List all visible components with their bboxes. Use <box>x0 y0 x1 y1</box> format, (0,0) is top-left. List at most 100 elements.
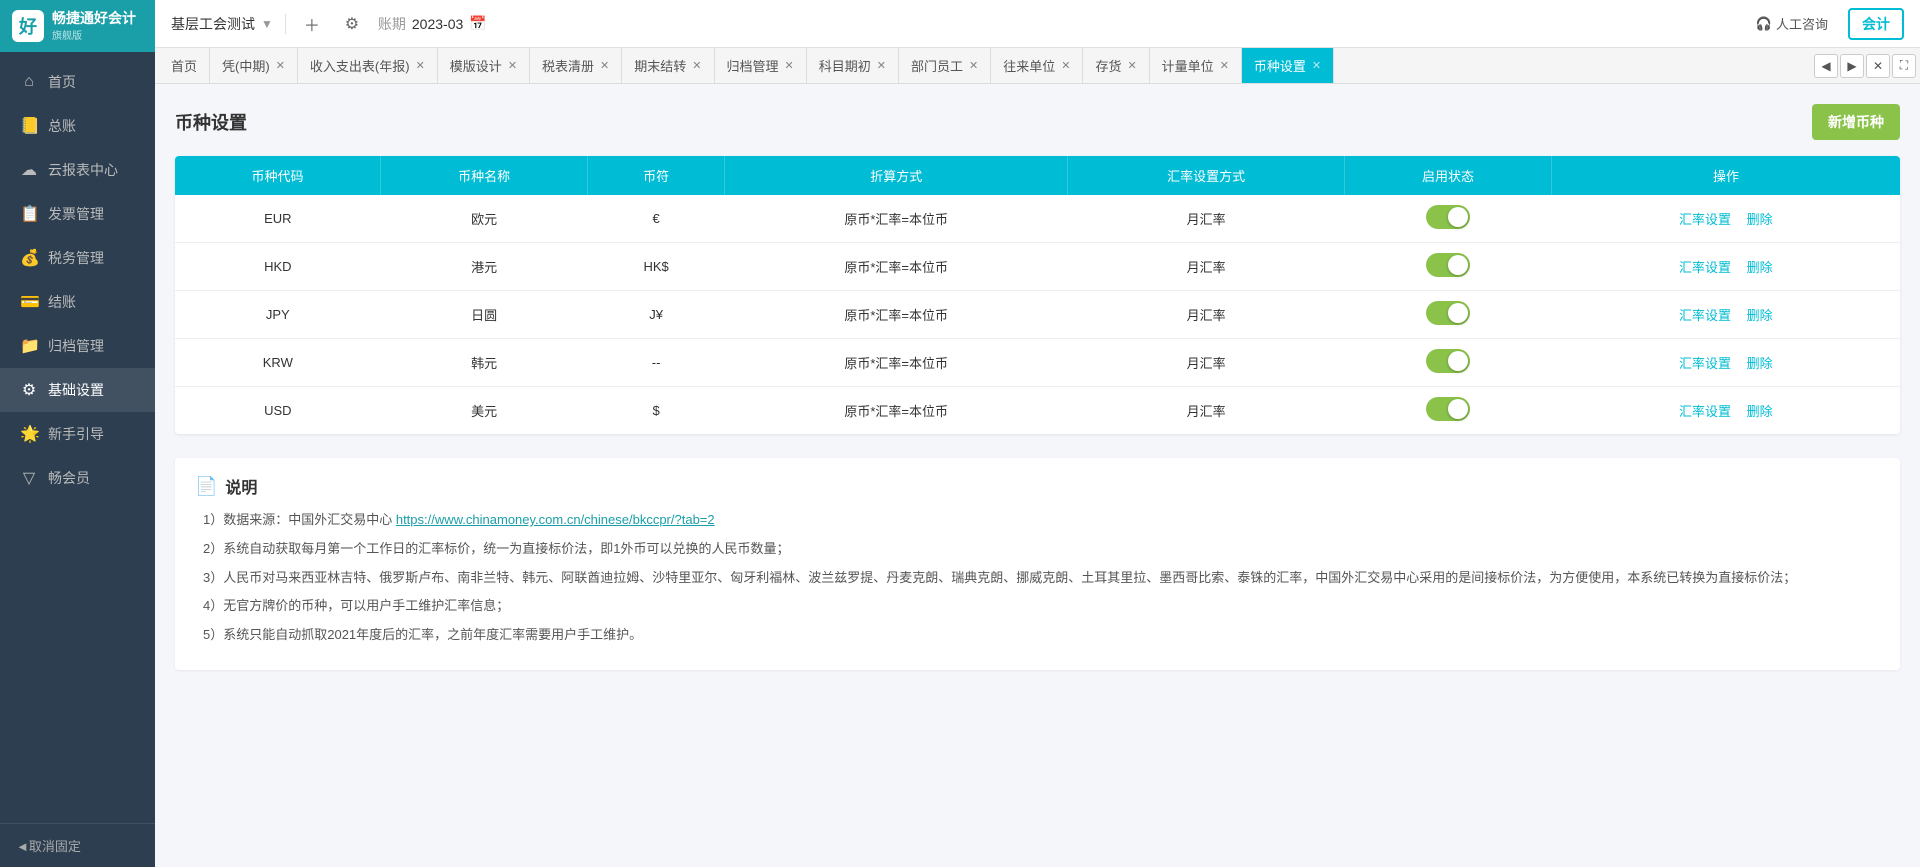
rate-settings-link-3[interactable]: 汇率设置 <box>1679 356 1731 371</box>
tab-label-6: 归档管理 <box>727 56 779 75</box>
sidebar-item-tax[interactable]: 💰 税务管理 <box>0 236 155 280</box>
toggle-4[interactable] <box>1426 397 1470 421</box>
archive-icon: 📁 <box>20 336 38 356</box>
cell-calc-1: 原币*汇率=本位币 <box>725 243 1068 291</box>
tab-close-12[interactable]: ✕ <box>1312 59 1321 72</box>
tab-close-3[interactable]: ✕ <box>508 59 517 72</box>
table-row: HKD港元HK$原币*汇率=本位币月汇率 汇率设置 删除 <box>175 243 1900 291</box>
cell-rate-4: 月汇率 <box>1068 387 1345 435</box>
notes-list: 1）数据来源：中国外汇交易中心 https://www.chinamoney.c… <box>195 510 1880 646</box>
sidebar-label-invoice: 发票管理 <box>48 204 104 224</box>
tab-0[interactable]: 首页 <box>159 48 210 84</box>
notes-link[interactable]: https://www.chinamoney.com.cn/chinese/bk… <box>396 512 715 527</box>
sidebar-item-home[interactable]: ⌂ 首页 <box>0 60 155 104</box>
sidebar-item-settings[interactable]: ⚙ 基础设置 <box>0 368 155 412</box>
sidebar-item-invoice[interactable]: 📋 发票管理 <box>0 192 155 236</box>
delete-link-1[interactable]: 删除 <box>1747 260 1773 275</box>
cell-toggle-3 <box>1345 339 1552 387</box>
table-body: EUR欧元€原币*汇率=本位币月汇率 汇率设置 删除 HKD港元HK$原币*汇率… <box>175 195 1900 434</box>
tab-12[interactable]: 币种设置 ✕ <box>1242 48 1334 84</box>
sidebar-item-guide[interactable]: 🌟 新手引导 <box>0 412 155 456</box>
delete-link-3[interactable]: 删除 <box>1747 356 1773 371</box>
ledger-icon: 📒 <box>20 116 38 136</box>
delete-link-2[interactable]: 删除 <box>1747 308 1773 323</box>
tab-11[interactable]: 计量单位✕ <box>1150 48 1242 84</box>
tab-2[interactable]: 收入支出表(年报)✕ <box>298 48 438 84</box>
tab-close-11[interactable]: ✕ <box>1220 59 1229 72</box>
cell-name-4: 美元 <box>381 387 588 435</box>
tab-close-4[interactable]: ✕ <box>600 59 609 72</box>
sidebar-item-checkout[interactable]: 💳 结账 <box>0 280 155 324</box>
period-selector: 账期 2023-03 📅 <box>378 14 487 34</box>
new-currency-button[interactable]: 新增币种 <box>1812 104 1900 140</box>
toggle-knob-0 <box>1448 207 1468 227</box>
rate-settings-link-4[interactable]: 汇率设置 <box>1679 404 1731 419</box>
notes-section: 📄 说明 1）数据来源：中国外汇交易中心 https://www.chinamo… <box>175 458 1900 670</box>
member-icon: ▽ <box>20 468 38 488</box>
sidebar-label-ledger: 总账 <box>48 116 76 136</box>
cell-toggle-1 <box>1345 243 1552 291</box>
user-button[interactable]: 会计 <box>1848 8 1904 40</box>
tab-10[interactable]: 存货✕ <box>1083 48 1149 84</box>
cell-symbol-3: -- <box>588 339 725 387</box>
tab-close-btn[interactable]: ✕ <box>1866 54 1890 78</box>
org-selector[interactable]: 基层工会测试 ▼ <box>171 14 273 34</box>
tab-7[interactable]: 科目期初 ✕ <box>807 48 899 84</box>
tab-close-6[interactable]: ✕ <box>785 59 794 72</box>
app-logo-icon: 好 <box>12 10 44 42</box>
tab-9[interactable]: 往来单位✕ <box>991 48 1083 84</box>
tab-prev-btn[interactable]: ◀ <box>1814 54 1838 78</box>
sidebar-item-ledger[interactable]: 📒 总账 <box>0 104 155 148</box>
delete-link-0[interactable]: 删除 <box>1747 212 1773 227</box>
tab-label-7: 科目期初 <box>819 56 871 75</box>
add-button[interactable]: ＋ <box>298 10 326 38</box>
sidebar-label-settings: 基础设置 <box>48 380 104 400</box>
tab-6[interactable]: 归档管理 ✕ <box>715 48 807 84</box>
sidebar-footer[interactable]: ◄取消固定 <box>0 823 155 867</box>
tab-label-5: 期末结转 <box>634 56 686 75</box>
tab-5[interactable]: 期末结转 ✕ <box>622 48 714 84</box>
rate-settings-link-1[interactable]: 汇率设置 <box>1679 260 1731 275</box>
tab-8[interactable]: 部门员工 ✕ <box>899 48 991 84</box>
calendar-icon[interactable]: 📅 <box>469 15 486 32</box>
tab-close-10[interactable]: ✕ <box>1127 59 1136 72</box>
checkout-icon: 💳 <box>20 292 38 312</box>
tab-3[interactable]: 模版设计✕ <box>438 48 530 84</box>
settings-button[interactable]: ⚙ <box>338 10 366 38</box>
cell-calc-4: 原币*汇率=本位币 <box>725 387 1068 435</box>
sidebar-label-member: 畅会员 <box>48 468 90 488</box>
sidebar-item-member[interactable]: ▽ 畅会员 <box>0 456 155 500</box>
tab-1[interactable]: 凭(中期)✕ <box>210 48 298 84</box>
tab-label-8: 部门员工 <box>911 56 963 75</box>
cell-code-4: USD <box>175 387 381 435</box>
sidebar: 好 畅捷通好会计 旗舰版 ⌂ 首页 📒 总账 ☁ 云报表中心 📋 发票管理 💰 … <box>0 0 155 867</box>
sidebar-item-reports[interactable]: ☁ 云报表中心 <box>0 148 155 192</box>
help-button[interactable]: 🎧 人工咨询 <box>1748 10 1836 37</box>
org-dropdown-icon: ▼ <box>261 17 273 31</box>
cell-symbol-0: € <box>588 195 725 243</box>
table-row: USD美元$原币*汇率=本位币月汇率 汇率设置 删除 <box>175 387 1900 435</box>
sidebar-label-guide: 新手引导 <box>48 424 104 444</box>
toggle-1[interactable] <box>1426 253 1470 277</box>
tab-close-7[interactable]: ✕ <box>877 59 886 72</box>
content-area: 币种设置 新增币种 币种代码币种名称币符折算方式汇率设置方式启用状态操作 EUR… <box>155 84 1920 867</box>
tab-close-1[interactable]: ✕ <box>276 59 285 72</box>
rate-settings-link-2[interactable]: 汇率设置 <box>1679 308 1731 323</box>
toggle-2[interactable] <box>1426 301 1470 325</box>
tab-close-5[interactable]: ✕ <box>692 59 701 72</box>
home-icon: ⌂ <box>20 73 38 91</box>
th-币符: 币符 <box>588 156 725 195</box>
toggle-3[interactable] <box>1426 349 1470 373</box>
toggle-0[interactable] <box>1426 205 1470 229</box>
tab-close-8[interactable]: ✕ <box>969 59 978 72</box>
tab-4[interactable]: 税表清册 ✕ <box>530 48 622 84</box>
tab-label-4: 税表清册 <box>542 56 594 75</box>
tab-close-2[interactable]: ✕ <box>416 59 425 72</box>
tab-next-btn[interactable]: ▶ <box>1840 54 1864 78</box>
tab-label-12: 币种设置 <box>1254 56 1306 75</box>
delete-link-4[interactable]: 删除 <box>1747 404 1773 419</box>
tab-close-9[interactable]: ✕ <box>1061 59 1070 72</box>
sidebar-item-archive[interactable]: 📁 归档管理 <box>0 324 155 368</box>
tab-expand-btn[interactable]: ⛶ <box>1892 54 1916 78</box>
rate-settings-link-0[interactable]: 汇率设置 <box>1679 212 1731 227</box>
